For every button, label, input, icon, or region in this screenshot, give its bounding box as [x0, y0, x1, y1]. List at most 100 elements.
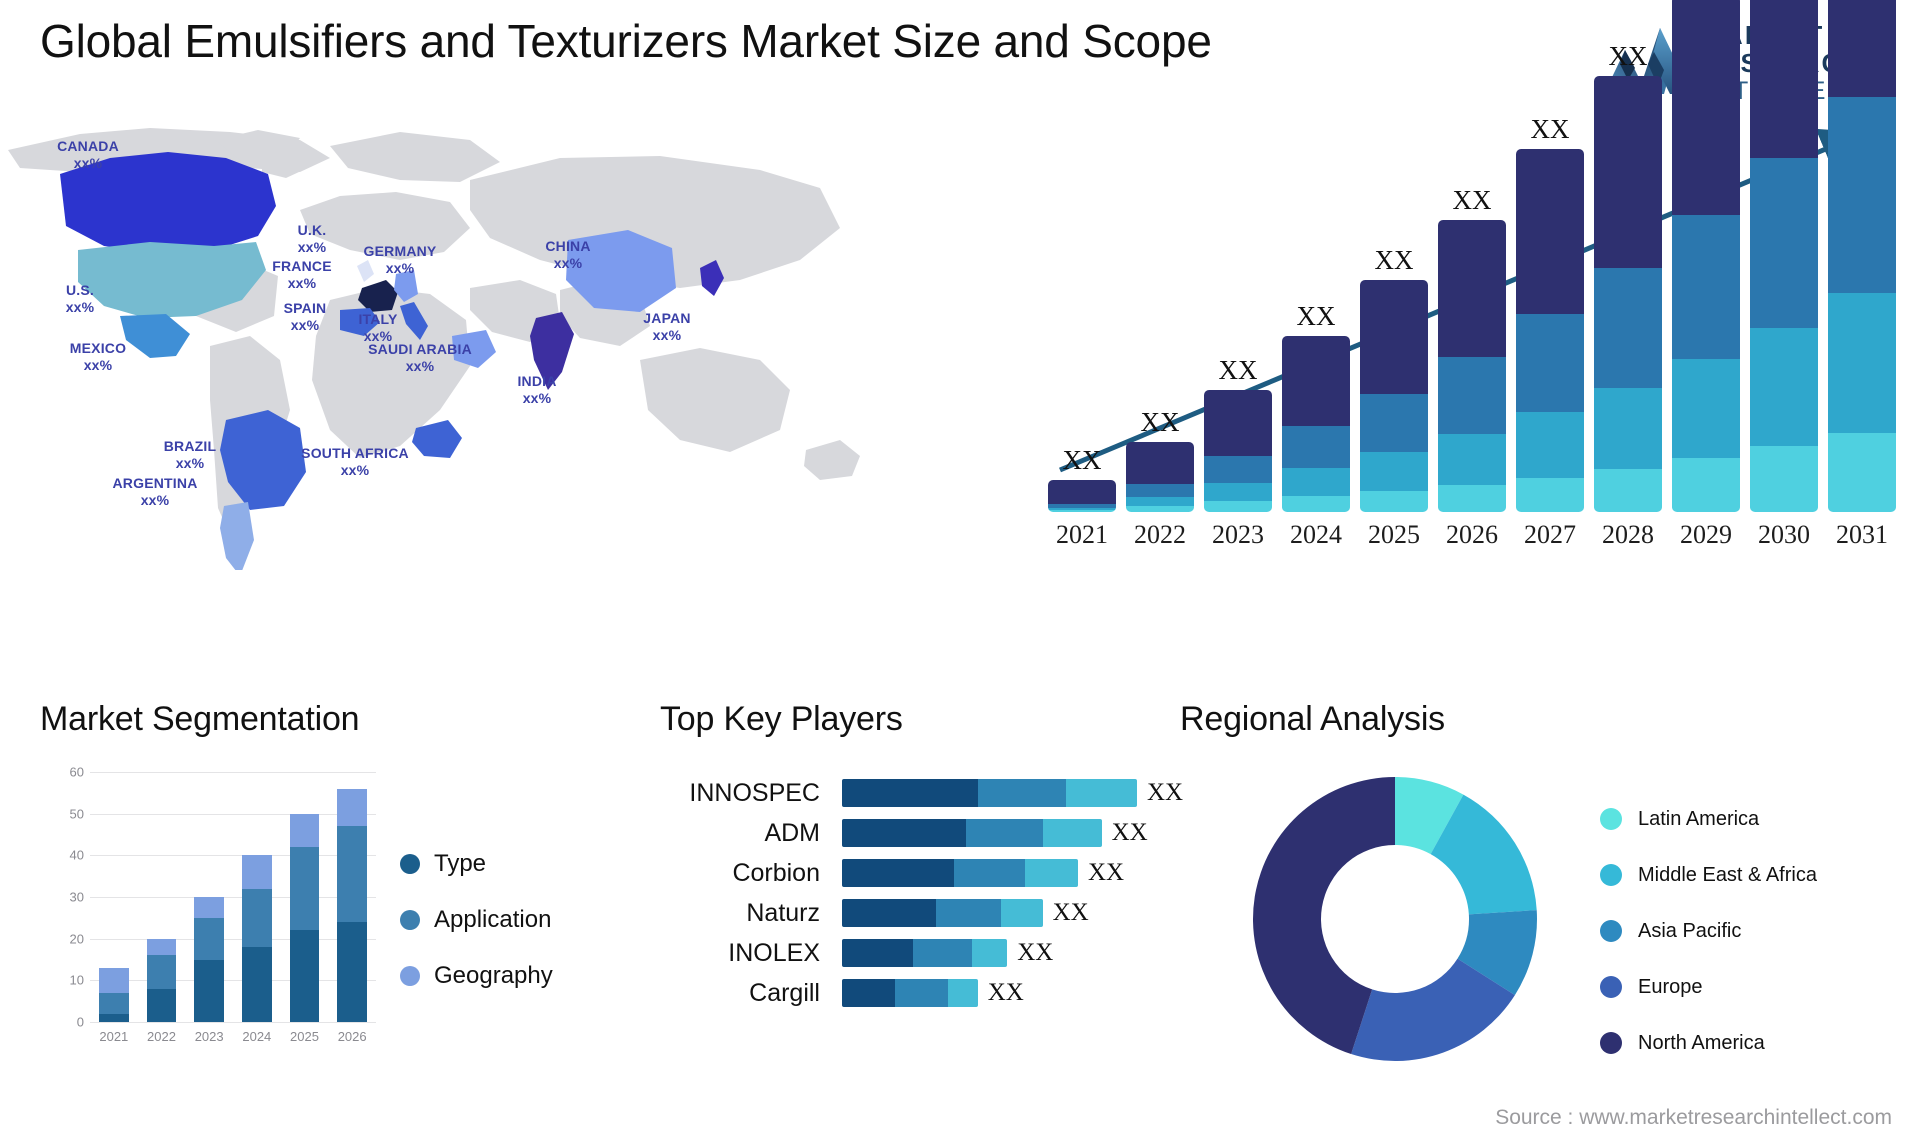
- player-name: Cargill: [749, 979, 820, 1007]
- top-key-players-title: Top Key Players: [660, 700, 903, 738]
- growth-bar-year-label: 2030: [1758, 520, 1810, 549]
- growth-bar-segment: [1750, 158, 1818, 328]
- growth-bar-group: XX: [1048, 445, 1116, 512]
- top-key-players-panel: Top Key Players INNOSPEC XX ADM XX Corbion XX…: [600, 700, 1183, 1120]
- growth-bar-year-label: 2022: [1134, 520, 1186, 549]
- segmentation-gridline: [90, 772, 376, 773]
- player-bar: [842, 979, 978, 1007]
- segmentation-bar-segment: [289, 847, 320, 931]
- regional-legend-item[interactable]: Middle East & Africa: [1600, 856, 1817, 894]
- map-label-name: GERMANY: [363, 243, 437, 259]
- legend-swatch-icon: [400, 966, 420, 986]
- segmentation-bar-segment: [194, 897, 224, 918]
- growth-bar-segment: [1438, 484, 1506, 512]
- map-label-france: FRANCE xx%: [272, 258, 332, 292]
- growth-bar-year-label: 2024: [1290, 520, 1342, 549]
- segmentation-bar-segment: [337, 788, 367, 827]
- segmentation-bar-segment: [337, 826, 367, 922]
- growth-bar-group: XX: [1750, 0, 1818, 512]
- growth-bar-year-label: 2031: [1836, 520, 1888, 549]
- growth-bar-group: XX: [1126, 407, 1194, 512]
- map-label-name: U.S.: [65, 282, 95, 298]
- map-label-u-s-: U.S. xx%: [66, 282, 95, 316]
- player-row: Naturz XX: [600, 896, 1160, 930]
- growth-bar-group: XX: [1282, 301, 1350, 512]
- player-bar: [842, 819, 1102, 847]
- legend-swatch-icon: [1600, 1032, 1622, 1054]
- regional-analysis-title: Regional Analysis: [1180, 700, 1445, 738]
- growth-bar-value-label: XX: [1218, 355, 1258, 386]
- growth-bar: [1048, 480, 1116, 512]
- map-label-name: ARGENTINA: [112, 475, 198, 491]
- segmentation-bar-segment: [242, 947, 272, 1022]
- growth-bar-segment: [1672, 215, 1740, 359]
- growth-bar-segment: [1750, 0, 1818, 158]
- segmentation-y-tick: 60: [69, 764, 84, 780]
- player-row: ADM XX: [600, 816, 1160, 850]
- map-label-name: BRAZIL: [163, 438, 217, 454]
- map-label-name: SOUTH AFRICA: [301, 445, 409, 461]
- growth-bar-segment: [1672, 0, 1740, 215]
- growth-bar-year-label: 2026: [1446, 520, 1498, 549]
- growth-bar: [1438, 219, 1506, 513]
- player-row: INOLEX XX: [600, 936, 1160, 970]
- growth-bar-group: XX: [1438, 185, 1506, 513]
- map-label-india: INDIA xx%: [517, 373, 556, 407]
- growth-bar-year-label: 2023: [1212, 520, 1264, 549]
- map-label-name: CANADA: [57, 138, 119, 154]
- player-bar-segment: [948, 979, 978, 1007]
- map-label-value: xx%: [553, 255, 583, 272]
- growth-bar-segment: [1126, 483, 1194, 497]
- legend-swatch-icon: [1600, 864, 1622, 886]
- market-segmentation-title: Market Segmentation: [40, 700, 360, 738]
- regional-legend-item[interactable]: North America: [1600, 1024, 1817, 1062]
- growth-bar-year-label: 2025: [1368, 520, 1420, 549]
- segmentation-x-tick: 2021: [99, 1028, 129, 1044]
- growth-bar-segment: [1282, 425, 1350, 468]
- growth-bar-segment: [1672, 458, 1740, 512]
- segmentation-y-tick: 50: [69, 806, 84, 822]
- segmentation-gridline: [90, 897, 376, 898]
- segmentation-legend-item[interactable]: Application: [400, 906, 553, 934]
- regional-analysis-donut-chart: [1253, 777, 1537, 1061]
- regional-legend-item[interactable]: Latin America: [1600, 800, 1817, 838]
- map-label-value: xx%: [175, 455, 205, 472]
- growth-bar-value-label: XX: [1608, 40, 1648, 71]
- player-bar-segment: [1024, 859, 1078, 887]
- player-value-label: XX: [1088, 859, 1125, 886]
- segmentation-legend-item[interactable]: Type: [400, 850, 553, 878]
- growth-bar-segment: [1360, 393, 1428, 452]
- player-bar-segment: [842, 939, 913, 967]
- segmentation-x-tick: 2023: [194, 1029, 224, 1044]
- growth-bar-value-label: XX: [1140, 406, 1180, 437]
- segmentation-x-tick: 2022: [147, 1028, 176, 1044]
- growth-bar-segment: [1360, 452, 1428, 491]
- segmentation-x-tick: 2026: [337, 1028, 367, 1044]
- map-label-value: xx%: [83, 357, 113, 374]
- growth-bar-segment: [1360, 279, 1428, 394]
- map-label-value: xx%: [65, 299, 95, 316]
- growth-bar-segment: [1282, 496, 1350, 512]
- segmentation-bar-segment: [146, 938, 177, 956]
- regional-legend-label: Middle East & Africa: [1638, 863, 1817, 886]
- growth-bar-segment: [1672, 359, 1740, 458]
- growth-bar-segment: [1594, 468, 1662, 512]
- map-label-value: xx%: [297, 239, 327, 256]
- segmentation-legend-item[interactable]: Geography: [400, 962, 553, 990]
- segmentation-y-tick: 40: [69, 847, 84, 863]
- regional-legend-item[interactable]: Europe: [1600, 968, 1817, 1006]
- regional-legend-item[interactable]: Asia Pacific: [1600, 912, 1817, 950]
- growth-bar-segment: [1828, 293, 1896, 433]
- segmentation-y-tick: 30: [69, 889, 84, 905]
- map-label-value: xx%: [340, 462, 370, 479]
- map-label-name: MEXICO: [69, 340, 127, 356]
- segmentation-gridline: [90, 938, 376, 940]
- player-row: INNOSPEC XX: [600, 776, 1183, 810]
- player-bar-segment: [912, 939, 972, 967]
- world-map: CANADA xx% U.S. xx% MEXICO xx% BRAZIL xx% ARGENT…: [0, 110, 880, 570]
- regional-legend-label: Latin America: [1638, 807, 1760, 830]
- map-label-u-k-: U.K. xx%: [298, 222, 327, 256]
- growth-bar-segment: [1204, 390, 1272, 457]
- growth-bar-segment: [1126, 506, 1194, 512]
- segmentation-bar-segment: [146, 955, 177, 989]
